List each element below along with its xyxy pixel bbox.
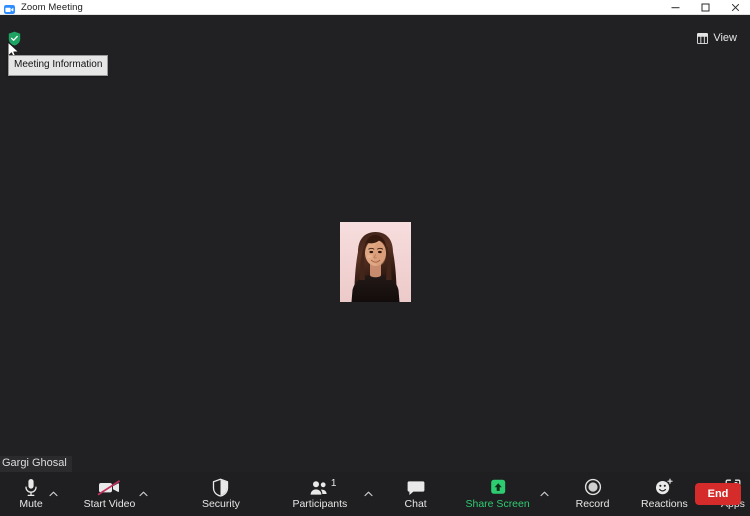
- minimize-button[interactable]: [660, 0, 690, 15]
- meeting-information-button[interactable]: [3, 27, 25, 49]
- start-video-label: Start Video: [83, 498, 136, 511]
- video-options-caret[interactable]: [137, 472, 149, 516]
- share-screen-label: Share Screen: [465, 498, 530, 511]
- view-button[interactable]: View: [693, 29, 741, 47]
- self-name-label: Gargi Ghosal: [0, 456, 72, 472]
- reactions-button[interactable]: Reactions: [639, 472, 690, 516]
- record-label: Record: [575, 498, 610, 511]
- maximize-button[interactable]: [690, 0, 720, 15]
- chat-bubble-icon: [407, 478, 425, 497]
- start-video-button[interactable]: Start Video: [82, 472, 137, 516]
- record-circle-icon: [584, 478, 602, 497]
- shield-icon: [212, 478, 229, 497]
- chat-button[interactable]: Chat: [399, 472, 433, 516]
- meeting-stage: Meeting Information View Gargi Ghosal: [0, 15, 750, 472]
- participant-video-image: [340, 222, 411, 302]
- record-button[interactable]: Record: [572, 472, 612, 516]
- share-screen-options-caret[interactable]: [539, 472, 551, 516]
- camera-off-icon: [97, 478, 121, 497]
- close-button[interactable]: [720, 0, 750, 15]
- participants-label: Participants: [292, 498, 348, 511]
- title-bar: Zoom Meeting: [0, 0, 750, 15]
- mute-label: Mute: [19, 498, 43, 511]
- mute-button[interactable]: Mute: [14, 472, 48, 516]
- meeting-toolbar: Mute Start Video Security 1 Participants…: [0, 472, 750, 516]
- zoom-camera-icon: [4, 2, 15, 14]
- video-tile[interactable]: Gargi Ghosal: [340, 222, 411, 302]
- security-label: Security: [201, 498, 240, 511]
- meeting-information-tooltip: Meeting Information: [8, 55, 109, 76]
- window-title: Zoom Meeting: [21, 1, 83, 13]
- participants-button[interactable]: 1 Participants: [291, 472, 349, 516]
- zoom-meeting-window: Zoom Meeting Meeting Information View Ga…: [0, 0, 750, 516]
- window-controls: [660, 0, 750, 15]
- share-screen-button[interactable]: Share Screen: [465, 472, 531, 516]
- participants-icon: 1: [309, 478, 336, 497]
- chat-label: Chat: [404, 498, 427, 511]
- mute-options-caret[interactable]: [48, 472, 60, 516]
- participants-count-badge: 1: [330, 478, 337, 490]
- green-shield-icon: [8, 31, 21, 46]
- end-meeting-button[interactable]: End: [695, 483, 741, 505]
- share-screen-icon: [487, 478, 509, 497]
- participants-options-caret[interactable]: [363, 472, 375, 516]
- reactions-label: Reactions: [641, 498, 688, 511]
- microphone-icon: [23, 478, 39, 497]
- view-label: View: [713, 32, 737, 44]
- grid-view-icon: [697, 32, 709, 44]
- security-button[interactable]: Security: [199, 472, 243, 516]
- reactions-icon: [654, 478, 674, 497]
